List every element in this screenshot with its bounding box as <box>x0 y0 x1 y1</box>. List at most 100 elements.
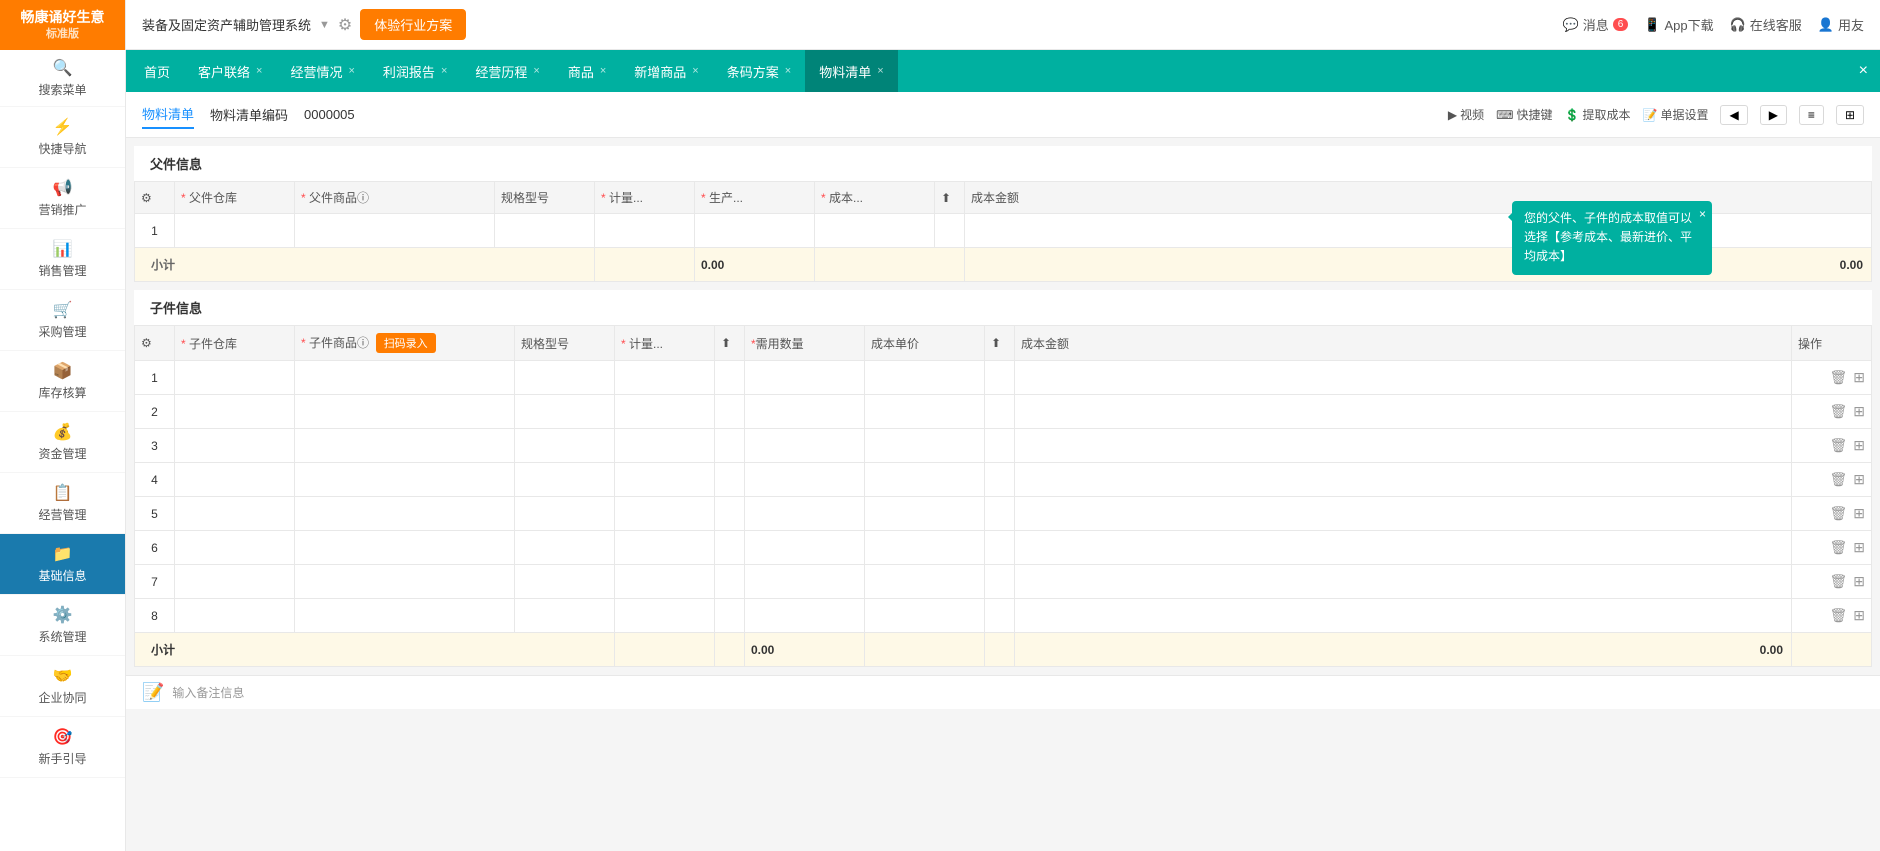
child-row-5-unit[interactable] <box>615 497 715 531</box>
child-row-1-copy-icon[interactable]: ⊞ <box>1853 369 1865 386</box>
child-row-8-delete-icon[interactable]: 🗑 <box>1829 607 1847 624</box>
child-row-8-quantity[interactable] <box>745 599 865 633</box>
tab-products[interactable]: 商品 × <box>554 50 620 92</box>
child-row-4-quantity[interactable] <box>745 463 865 497</box>
child-row-6-product[interactable] <box>295 531 515 565</box>
child-row-5-spec[interactable] <box>515 497 615 531</box>
prev-page-btn[interactable]: ◀ <box>1720 105 1747 125</box>
online-service-btn[interactable]: 🎧 在线客服 <box>1730 15 1802 34</box>
tab-operations-status[interactable]: 经营情况 × <box>276 50 368 92</box>
shortcut-btn[interactable]: ⌨ 快捷键 <box>1496 106 1552 123</box>
child-row-4-unit[interactable] <box>615 463 715 497</box>
child-row-7-unit[interactable] <box>615 565 715 599</box>
child-row-5-delete-icon[interactable]: 🗑 <box>1829 505 1847 522</box>
sidebar-item-marketing[interactable]: 📢 营销推广 <box>0 168 125 229</box>
tab-operations-history-close[interactable]: × <box>533 65 539 77</box>
close-all-tabs-btn[interactable]: × <box>1851 62 1876 80</box>
sidebar-item-quick-nav[interactable]: ⚡ 快捷导航 <box>0 107 125 168</box>
user-menu[interactable]: 👤 用友 <box>1818 15 1864 34</box>
tab-profit-report[interactable]: 利润报告 × <box>369 50 461 92</box>
child-row-4-copy-icon[interactable]: ⊞ <box>1853 471 1865 488</box>
child-row-1-unit-cost[interactable] <box>865 361 985 395</box>
child-row-8-product[interactable] <box>295 599 515 633</box>
tab-operations-history[interactable]: 经营历程 × <box>461 50 553 92</box>
parent-row-1-cost[interactable] <box>815 214 935 248</box>
child-row-6-warehouse[interactable] <box>175 531 295 565</box>
child-row-3-unit-cost[interactable] <box>865 429 985 463</box>
child-row-1-spec[interactable] <box>515 361 615 395</box>
sidebar-item-inventory[interactable]: 📦 库存核算 <box>0 351 125 412</box>
child-row-6-spec[interactable] <box>515 531 615 565</box>
child-row-3-warehouse[interactable] <box>175 429 295 463</box>
child-row-7-spec[interactable] <box>515 565 615 599</box>
tab-customers-close[interactable]: × <box>256 65 262 77</box>
tab-add-product-close[interactable]: × <box>692 65 698 77</box>
topbar-dropdown-icon[interactable]: ▼ <box>319 19 330 31</box>
child-row-3-unit[interactable] <box>615 429 715 463</box>
child-row-6-copy-icon[interactable]: ⊞ <box>1853 539 1865 556</box>
trial-btn[interactable]: 体验行业方案 <box>360 9 466 40</box>
child-row-4-spec[interactable] <box>515 463 615 497</box>
message-btn[interactable]: 💬 消息 6 <box>1563 15 1629 34</box>
app-download-btn[interactable]: 📱 App下载 <box>1644 15 1713 34</box>
child-row-7-product[interactable] <box>295 565 515 599</box>
sidebar-item-finance[interactable]: 💰 资金管理 <box>0 412 125 473</box>
child-row-6-unit-cost[interactable] <box>865 531 985 565</box>
child-row-2-product[interactable] <box>295 395 515 429</box>
child-row-3-copy-icon[interactable]: ⊞ <box>1853 437 1865 454</box>
sidebar-item-operations[interactable]: 📋 经营管理 <box>0 473 125 534</box>
page-tab2[interactable]: 物料清单编码 <box>210 101 288 128</box>
single-settings-btn[interactable]: 📝 单据设置 <box>1642 106 1708 123</box>
tab-barcode-plan-close[interactable]: × <box>785 65 791 77</box>
child-row-8-copy-icon[interactable]: ⊞ <box>1853 607 1865 624</box>
child-row-8-unit[interactable] <box>615 599 715 633</box>
next-page-btn[interactable]: ▶ <box>1760 105 1787 125</box>
child-row-1-delete-icon[interactable]: 🗑 <box>1829 369 1847 386</box>
topbar-settings-icon[interactable]: ⚙ <box>338 15 352 35</box>
child-row-2-unit[interactable] <box>615 395 715 429</box>
bottom-hint[interactable]: 输入备注信息 <box>172 684 244 701</box>
child-row-3-delete-icon[interactable]: 🗑 <box>1829 437 1847 454</box>
child-row-8-warehouse[interactable] <box>175 599 295 633</box>
sidebar-item-guide[interactable]: 🎯 新手引导 <box>0 717 125 778</box>
parent-row-1-spec[interactable] <box>495 214 595 248</box>
sidebar-item-sales[interactable]: 📊 销售管理 <box>0 229 125 290</box>
child-row-4-warehouse[interactable] <box>175 463 295 497</box>
child-row-6-delete-icon[interactable]: 🗑 <box>1829 539 1847 556</box>
sidebar-item-search[interactable]: 🔍 搜索菜单 <box>0 50 125 107</box>
child-row-6-quantity[interactable] <box>745 531 865 565</box>
parent-row-1-production[interactable] <box>695 214 815 248</box>
child-row-5-product[interactable] <box>295 497 515 531</box>
tooltip-close-btn[interactable]: × <box>1699 205 1706 224</box>
child-row-1-product[interactable] <box>295 361 515 395</box>
child-row-5-copy-icon[interactable]: ⊞ <box>1853 505 1865 522</box>
child-row-1-unit[interactable] <box>615 361 715 395</box>
child-row-8-unit-cost[interactable] <box>865 599 985 633</box>
scan-btn[interactable]: 扫码录入 <box>376 333 436 353</box>
child-row-3-quantity[interactable] <box>745 429 865 463</box>
child-row-4-product[interactable] <box>295 463 515 497</box>
child-row-5-quantity[interactable] <box>745 497 865 531</box>
sidebar-item-purchase[interactable]: 🛒 采购管理 <box>0 290 125 351</box>
child-row-7-copy-icon[interactable]: ⊞ <box>1853 573 1865 590</box>
child-row-1-warehouse[interactable] <box>175 361 295 395</box>
child-row-7-unit-cost[interactable] <box>865 565 985 599</box>
tab-profit-report-close[interactable]: × <box>441 65 447 77</box>
child-row-2-unit-cost[interactable] <box>865 395 985 429</box>
child-row-3-product[interactable] <box>295 429 515 463</box>
sidebar-item-system[interactable]: ⚙️ 系统管理 <box>0 595 125 656</box>
tab-add-product[interactable]: 新增商品 × <box>620 50 712 92</box>
child-row-2-spec[interactable] <box>515 395 615 429</box>
child-row-4-delete-icon[interactable]: 🗑 <box>1829 471 1847 488</box>
extract-cost-btn[interactable]: 💲 提取成本 <box>1565 106 1631 123</box>
tab-bom-close[interactable]: × <box>877 65 883 77</box>
tab-products-close[interactable]: × <box>600 65 606 77</box>
child-row-4-unit-cost[interactable] <box>865 463 985 497</box>
child-row-7-quantity[interactable] <box>745 565 865 599</box>
child-row-3-spec[interactable] <box>515 429 615 463</box>
child-row-5-unit-cost[interactable] <box>865 497 985 531</box>
expand-btn[interactable]: ⊞ <box>1836 105 1864 125</box>
child-row-2-delete-icon[interactable]: 🗑 <box>1829 403 1847 420</box>
menu-btn[interactable]: ≡ <box>1799 105 1824 125</box>
video-btn[interactable]: ▶ 视频 <box>1448 106 1484 123</box>
